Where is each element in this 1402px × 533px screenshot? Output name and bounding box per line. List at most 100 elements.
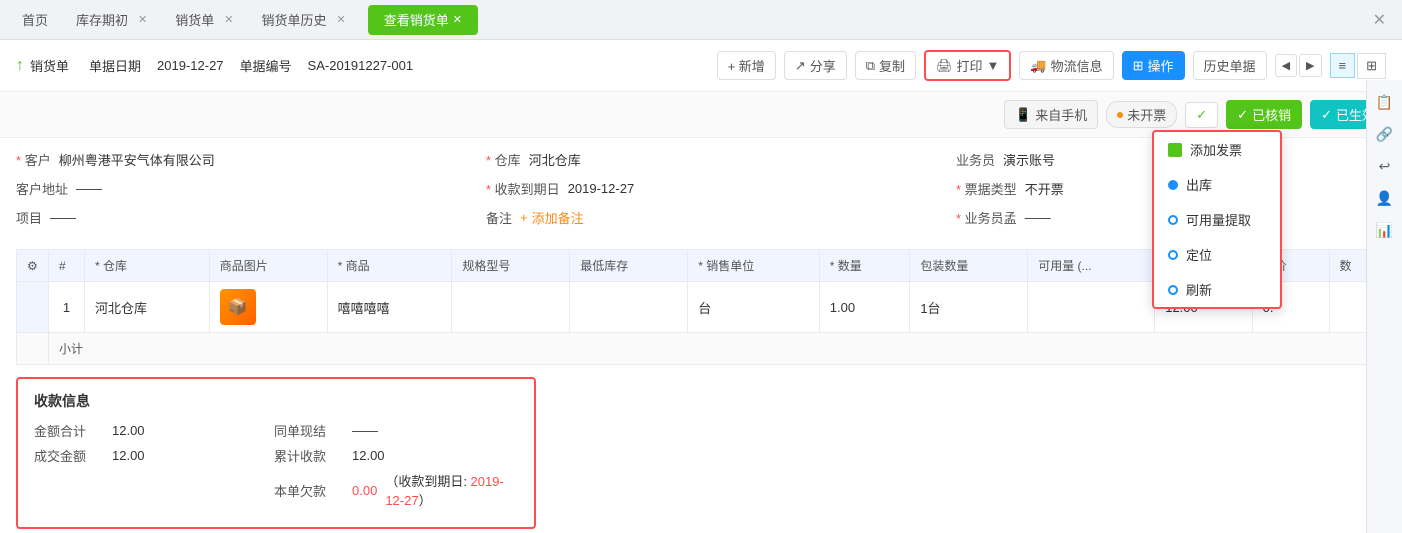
tab-view-sales[interactable]: 查看销货单 ✕: [368, 5, 478, 35]
sidebar-doc-button[interactable]: 📋: [1371, 88, 1399, 116]
locate-item[interactable]: 定位: [1154, 237, 1280, 272]
phone-icon: 📱: [1015, 107, 1031, 123]
amount-value: 12.00: [112, 423, 145, 438]
refresh-icon: [1168, 285, 1178, 295]
tab-history-close[interactable]: ✕: [337, 13, 346, 26]
settlement-value: ——: [352, 423, 378, 438]
available-extract-item[interactable]: 可用量提取: [1154, 202, 1280, 237]
main-content: ↑ 销货单 单据日期 2019-12-27 单据编号 SA-20191227-0…: [0, 40, 1402, 533]
employee-value: 演示账号: [1003, 150, 1055, 169]
next-button[interactable]: ▶: [1299, 54, 1321, 77]
print-button[interactable]: 🖨 打印 ▼: [924, 50, 1011, 81]
warehouse-label: * 仓库: [486, 150, 521, 169]
list-view-button[interactable]: ≡: [1330, 53, 1356, 78]
row-spec: [452, 282, 570, 333]
invoice-icon: [1168, 143, 1182, 157]
from-phone-button[interactable]: 📱 来自手机: [1004, 100, 1098, 129]
confirm-icon: ✓: [1196, 107, 1207, 123]
confirm-button[interactable]: ✓: [1185, 102, 1218, 128]
prev-button[interactable]: ◀: [1275, 54, 1297, 77]
warehouse-field: * 仓库 河北仓库: [486, 150, 916, 169]
window-close-button[interactable]: ✕: [1373, 10, 1386, 30]
effective-icon: ✓: [1321, 107, 1332, 123]
invoice-status-badge[interactable]: 未开票: [1106, 101, 1177, 128]
payment-date-field: * 收款到期日 2019-12-27: [486, 179, 916, 198]
cancel-label: 已核销: [1252, 105, 1291, 124]
number-value: SA-20191227-001: [308, 58, 414, 73]
col-settings[interactable]: ⚙: [17, 250, 49, 282]
doc-title: ↑ 销货单: [16, 56, 69, 75]
outbound-icon: [1168, 180, 1178, 190]
col-qty: * 数量: [819, 250, 910, 282]
row-settings[interactable]: [17, 282, 49, 333]
add-icon: +: [520, 210, 528, 225]
col-spec: 规格型号: [452, 250, 570, 282]
print-label: 打印: [957, 56, 983, 75]
payment-title: 收款信息: [34, 391, 518, 411]
logistics-icon: 🚚: [1030, 58, 1046, 74]
row-warehouse: 河北仓库: [85, 282, 210, 333]
outbound-item[interactable]: 出库: [1154, 167, 1280, 202]
date-value: 2019-12-27: [157, 58, 224, 73]
add-button[interactable]: + 新增: [717, 51, 776, 80]
owed-value: 0.00: [352, 483, 377, 498]
col-available: 可用量 (...: [1028, 250, 1155, 282]
tab-home-label: 首页: [22, 10, 48, 29]
operations-dropdown: 添加发票 出库 可用量提取 定位 刷新: [1152, 130, 1282, 309]
add-invoice-item[interactable]: 添加发票: [1154, 132, 1280, 167]
tab-inventory-label: 库存期初: [76, 10, 128, 29]
ticket-label: * 票据类型: [956, 179, 1017, 198]
row-min-stock: [570, 282, 688, 333]
outbound-label: 出库: [1186, 175, 1212, 194]
sidebar-user-button[interactable]: 👤: [1371, 184, 1399, 212]
product-image: 📦: [220, 289, 256, 325]
logistics-label: 物流信息: [1051, 56, 1103, 75]
locate-icon: [1168, 250, 1178, 260]
add-note-button[interactable]: + 添加备注: [520, 208, 584, 227]
share-icon: ↗: [795, 58, 806, 74]
tab-sales-close[interactable]: ✕: [224, 13, 233, 26]
history-label: 历史单据: [1204, 56, 1256, 75]
tab-home[interactable]: 首页: [8, 3, 62, 37]
settlement-field: 同单现结 ——: [274, 421, 474, 440]
grid-view-button[interactable]: ⊞: [1357, 53, 1386, 79]
transaction-field: 成交金额 12.00: [34, 446, 234, 465]
operations-icon: ⊞: [1133, 58, 1144, 74]
share-label: 分享: [810, 56, 836, 75]
sidebar-chart-button[interactable]: 📊: [1371, 216, 1399, 244]
project-label: 项目: [16, 208, 42, 227]
tab-inventory[interactable]: 库存期初 ✕: [62, 3, 161, 37]
copy-button[interactable]: ⧉ 复制: [855, 51, 916, 80]
note-label: 备注: [486, 208, 512, 227]
share-button[interactable]: ↗ 分享: [784, 51, 847, 80]
refresh-item[interactable]: 刷新: [1154, 272, 1280, 307]
tab-view-sales-close[interactable]: ✕: [453, 13, 462, 26]
status-dot: [1117, 112, 1123, 118]
address-value: ——: [76, 181, 102, 196]
owed-label: 本单欠款: [274, 481, 344, 500]
cancel-button[interactable]: ✓ 已核销: [1226, 100, 1302, 129]
row-available: [1028, 282, 1155, 333]
col-num: #: [49, 250, 85, 282]
col-unit: * 销售单位: [688, 250, 820, 282]
operations-button[interactable]: ⊞ 操作: [1122, 51, 1185, 80]
row-unit: 台: [688, 282, 820, 333]
sidebar-link-button[interactable]: 🔗: [1371, 120, 1399, 148]
check-icon: ✓: [1237, 107, 1248, 123]
nav-arrows: ◀ ▶: [1275, 54, 1322, 77]
extract-icon: [1168, 215, 1178, 225]
tab-sales-label: 销货单: [175, 10, 214, 29]
logistics-button[interactable]: 🚚 物流信息: [1019, 51, 1113, 80]
tab-inventory-close[interactable]: ✕: [138, 13, 147, 26]
tab-sales[interactable]: 销货单 ✕: [161, 3, 247, 37]
cumulative-label: 累计收款: [274, 446, 344, 465]
address-label: 客户地址: [16, 179, 68, 198]
print-dropdown-icon: ▼: [987, 58, 1000, 73]
history-button[interactable]: 历史单据: [1193, 51, 1267, 80]
tab-history[interactable]: 销货单历史 ✕: [247, 3, 359, 37]
col-min-stock: 最低库存: [570, 250, 688, 282]
sidebar-undo-button[interactable]: ↩: [1371, 152, 1399, 180]
invoice-status-label: 未开票: [1127, 105, 1166, 124]
subtotal-label: 小计: [49, 333, 1386, 365]
note-field: 备注 + 添加备注: [486, 208, 916, 227]
